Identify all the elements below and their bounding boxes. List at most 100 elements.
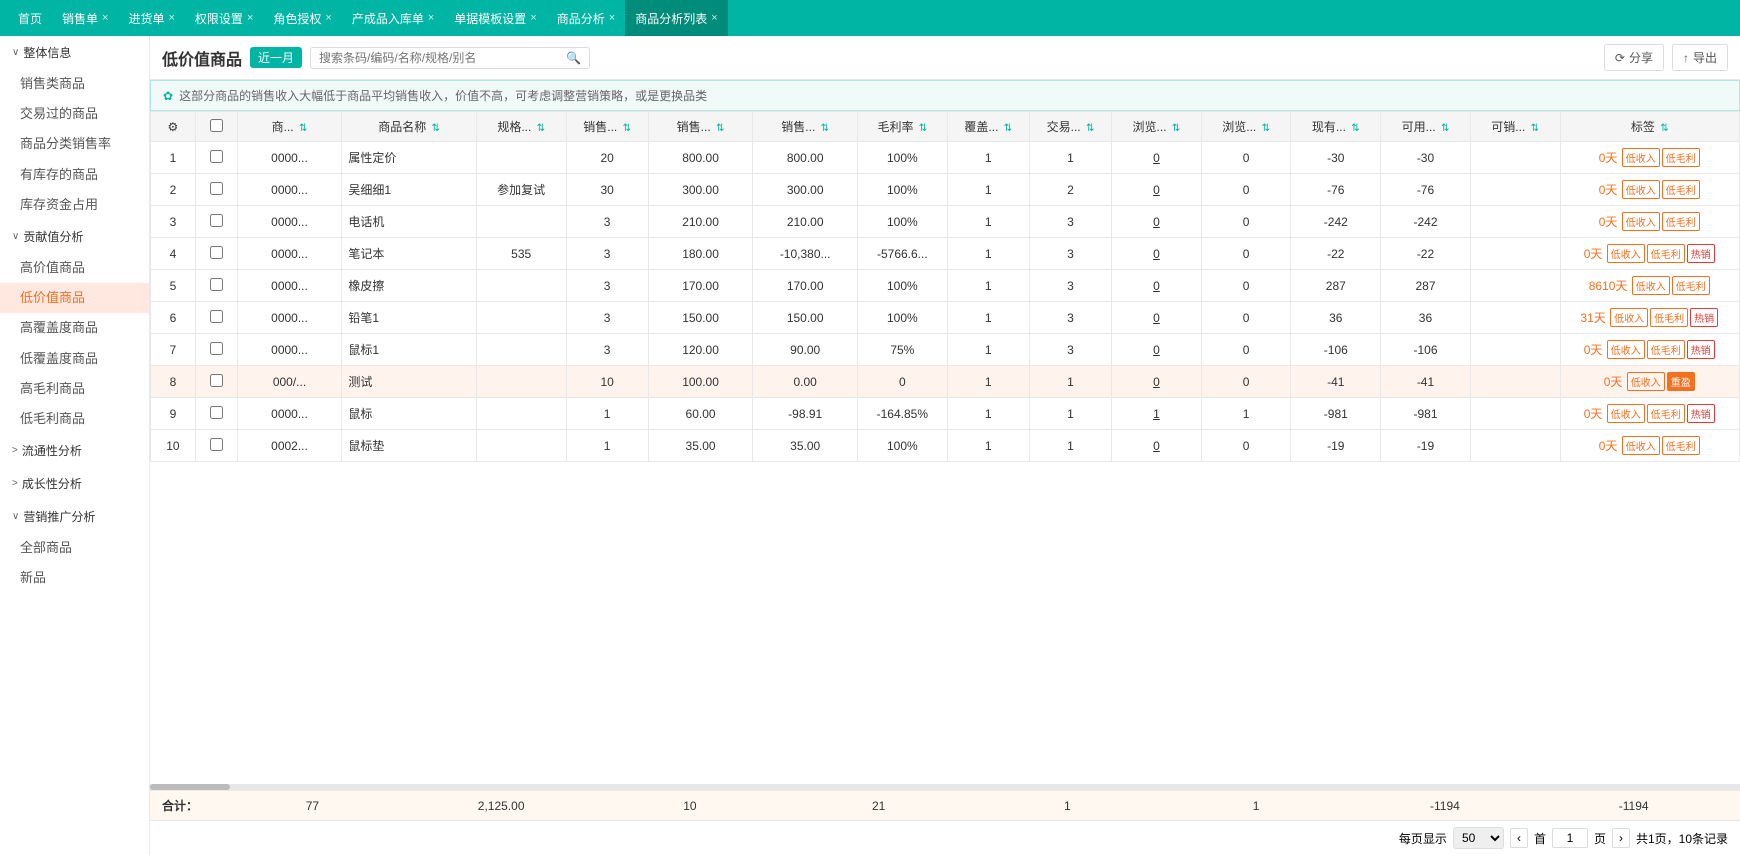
sidebar-item-low-value[interactable]: 低价值商品 — [0, 283, 149, 313]
sidebar-item-sales-products[interactable]: 销售类商品 — [0, 69, 149, 99]
nav-item-roles[interactable]: 角色授权 × — [263, 0, 341, 36]
cell-view1[interactable]: 0 — [1112, 270, 1202, 302]
view1-link[interactable]: 1 — [1153, 407, 1160, 421]
cell-view1[interactable]: 0 — [1112, 142, 1202, 174]
col-view1[interactable]: 浏览... ⇅ — [1112, 112, 1202, 142]
col-checkbox[interactable] — [195, 112, 237, 142]
view1-link[interactable]: 0 — [1153, 311, 1160, 325]
nav-close-permissions[interactable]: × — [247, 12, 253, 24]
sidebar-item-traded-products[interactable]: 交易过的商品 — [0, 99, 149, 129]
col-available[interactable]: 可用... ⇅ — [1381, 112, 1471, 142]
row-checkbox[interactable] — [210, 310, 223, 323]
col-spec[interactable]: 规格... ⇅ — [476, 112, 566, 142]
cell-view1[interactable]: 1 — [1112, 398, 1202, 430]
horizontal-scrollbar[interactable] — [150, 784, 1740, 790]
cell-view1[interactable]: 0 — [1112, 334, 1202, 366]
share-button[interactable]: ⟳ 分享 — [1604, 44, 1664, 71]
next-page-button[interactable]: › — [1612, 828, 1630, 848]
view1-link[interactable]: 0 — [1153, 279, 1160, 293]
col-sale-amt[interactable]: 销售... ⇅ — [648, 112, 753, 142]
col-saleable[interactable]: 可销... ⇅ — [1470, 112, 1560, 142]
view1-link[interactable]: 0 — [1153, 343, 1160, 357]
sidebar-section-overview[interactable]: ∨ 整体信息 — [0, 36, 149, 69]
page-number-input[interactable] — [1552, 828, 1588, 848]
view1-link[interactable]: 0 — [1153, 215, 1160, 229]
nav-close-template[interactable]: × — [530, 12, 536, 24]
view1-link[interactable]: 0 — [1153, 439, 1160, 453]
row-checkbox[interactable] — [210, 406, 223, 419]
cell-checkbox[interactable] — [195, 174, 237, 206]
nav-item-template[interactable]: 单据模板设置 × — [444, 0, 546, 36]
time-tag-button[interactable]: 近一月 — [250, 47, 302, 68]
view1-link[interactable]: 0 — [1153, 151, 1160, 165]
row-checkbox[interactable] — [210, 278, 223, 291]
nav-item-product-analysis-list[interactable]: 商品分析列表 × — [625, 0, 727, 36]
sidebar-section-growth[interactable]: > 成长性分析 — [0, 467, 149, 500]
nav-item-home[interactable]: 首页 — [8, 0, 52, 36]
col-sale-price[interactable]: 销售... ⇅ — [753, 112, 858, 142]
nav-item-purchase[interactable]: 进货单 × — [118, 0, 184, 36]
view1-link[interactable]: 0 — [1153, 247, 1160, 261]
col-code[interactable]: 商... ⇅ — [237, 112, 342, 142]
row-checkbox[interactable] — [210, 182, 223, 195]
cell-checkbox[interactable] — [195, 238, 237, 270]
cell-checkbox[interactable] — [195, 270, 237, 302]
nav-close-sales[interactable]: × — [102, 12, 108, 24]
sidebar-section-contribution[interactable]: ∨ 贡献值分析 — [0, 220, 149, 253]
row-checkbox[interactable] — [210, 246, 223, 259]
cell-view1[interactable]: 0 — [1112, 206, 1202, 238]
col-sale-qty[interactable]: 销售... ⇅ — [566, 112, 648, 142]
export-button[interactable]: ↑ 导出 — [1672, 44, 1728, 71]
col-gross-rate[interactable]: 毛利率 ⇅ — [857, 112, 947, 142]
row-checkbox[interactable] — [210, 214, 223, 227]
cell-checkbox[interactable] — [195, 142, 237, 174]
sidebar-item-inventory-value[interactable]: 库存资金占用 — [0, 190, 149, 220]
nav-item-product-entry[interactable]: 产成品入库单 × — [342, 0, 444, 36]
row-checkbox[interactable] — [210, 374, 223, 387]
sidebar-item-high-value[interactable]: 高价值商品 — [0, 253, 149, 283]
row-checkbox[interactable] — [210, 438, 223, 451]
cell-view1[interactable]: 0 — [1112, 366, 1202, 398]
col-name[interactable]: 商品名称 ⇅ — [342, 112, 477, 142]
prev-page-button[interactable]: ‹ — [1510, 828, 1528, 848]
nav-close-purchase[interactable]: × — [168, 12, 174, 24]
row-checkbox[interactable] — [210, 342, 223, 355]
sidebar-item-all-products[interactable]: 全部商品 — [0, 533, 149, 563]
cell-view1[interactable]: 0 — [1112, 430, 1202, 462]
sidebar-item-stocked-products[interactable]: 有库存的商品 — [0, 160, 149, 190]
sidebar-item-high-coverage[interactable]: 高覆盖度商品 — [0, 313, 149, 343]
col-tags[interactable]: 标签 ⇅ — [1560, 112, 1739, 142]
table-wrapper[interactable]: ⚙ 商... ⇅ 商品名称 ⇅ 规格... ⇅ 销售... ⇅ 销售... ⇅ … — [150, 111, 1740, 784]
cell-view1[interactable]: 0 — [1112, 302, 1202, 334]
cell-checkbox[interactable] — [195, 366, 237, 398]
nav-close-product-analysis[interactable]: × — [609, 12, 615, 24]
cell-view1[interactable]: 0 — [1112, 174, 1202, 206]
view1-link[interactable]: 0 — [1153, 375, 1160, 389]
nav-item-permissions[interactable]: 权限设置 × — [185, 0, 263, 36]
page-size-select[interactable]: 50 20 100 — [1453, 827, 1504, 849]
scrollbar-thumb[interactable] — [150, 784, 230, 790]
search-input[interactable] — [319, 51, 566, 65]
col-settings[interactable]: ⚙ — [151, 112, 196, 142]
sidebar-section-liquidity[interactable]: > 流通性分析 — [0, 434, 149, 467]
select-all-checkbox[interactable] — [210, 119, 223, 132]
nav-item-sales[interactable]: 销售单 × — [52, 0, 118, 36]
sidebar-item-category-sales-rate[interactable]: 商品分类销售率 — [0, 129, 149, 159]
col-coverage[interactable]: 覆盖... ⇅ — [947, 112, 1029, 142]
sidebar-item-high-margin[interactable]: 高毛利商品 — [0, 374, 149, 404]
cell-checkbox[interactable] — [195, 206, 237, 238]
cell-checkbox[interactable] — [195, 334, 237, 366]
nav-item-product-analysis[interactable]: 商品分析 × — [547, 0, 625, 36]
sidebar-item-low-margin[interactable]: 低毛利商品 — [0, 404, 149, 434]
nav-close-product-analysis-list[interactable]: × — [711, 12, 717, 24]
nav-close-product-entry[interactable]: × — [428, 12, 434, 24]
nav-close-roles[interactable]: × — [325, 12, 331, 24]
col-trade[interactable]: 交易... ⇅ — [1029, 112, 1111, 142]
sidebar-item-new-products[interactable]: 新品 — [0, 563, 149, 593]
cell-checkbox[interactable] — [195, 398, 237, 430]
row-checkbox[interactable] — [210, 150, 223, 163]
col-stock[interactable]: 现有... ⇅ — [1291, 112, 1381, 142]
cell-view1[interactable]: 0 — [1112, 238, 1202, 270]
view1-link[interactable]: 0 — [1153, 183, 1160, 197]
cell-checkbox[interactable] — [195, 430, 237, 462]
